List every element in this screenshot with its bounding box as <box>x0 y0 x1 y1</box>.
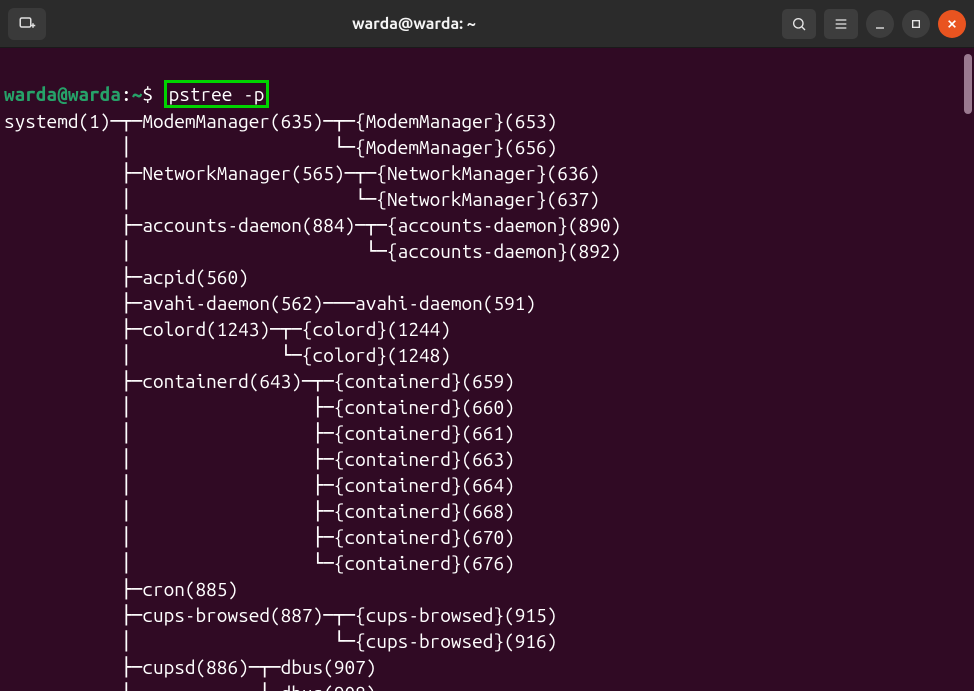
scrollbar-thumb[interactable] <box>964 54 972 114</box>
tree-line: │ └─{containerd}(676) <box>4 550 974 576</box>
tree-line: ├─acpid(560) <box>4 264 974 290</box>
tree-line: ├─cups-browsed(887)─┬─{cups-browsed}(915… <box>4 602 974 628</box>
prompt-colon: : <box>121 83 132 105</box>
tree-line: systemd(1)─┬─ModemManager(635)─┬─{ModemM… <box>4 108 974 134</box>
tree-line: ├─colord(1243)─┬─{colord}(1244) <box>4 316 974 342</box>
minimize-icon <box>872 16 888 32</box>
tree-line: ├─containerd(643)─┬─{containerd}(659) <box>4 368 974 394</box>
tree-line: │ └─{ModemManager}(656) <box>4 134 974 160</box>
window-title: warda@warda: ~ <box>54 15 774 33</box>
tree-line: │ └─{NetworkManager}(637) <box>4 186 974 212</box>
tree-line: │ └─{accounts-daemon}(892) <box>4 238 974 264</box>
maximize-icon <box>908 16 924 32</box>
tree-line: ├─cron(885) <box>4 576 974 602</box>
tree-line: │ ├─{containerd}(664) <box>4 472 974 498</box>
prompt-path: ~ <box>132 83 143 105</box>
maximize-button[interactable] <box>902 10 930 38</box>
menu-button[interactable] <box>824 9 858 39</box>
tree-line: ├─avahi-daemon(562)───avahi-daemon(591) <box>4 290 974 316</box>
tree-line: ├─accounts-daemon(884)─┬─{accounts-daemo… <box>4 212 974 238</box>
tree-line: ├─NetworkManager(565)─┬─{NetworkManager}… <box>4 160 974 186</box>
tree-line: │ ├─{containerd}(661) <box>4 420 974 446</box>
tree-line: │ ├─{containerd}(663) <box>4 446 974 472</box>
prompt-user-host: warda@warda <box>4 83 121 105</box>
search-icon <box>791 16 807 32</box>
command-highlighted: pstree -p <box>164 80 270 108</box>
terminal-output[interactable]: warda@warda:~$ pstree -p systemd(1)─┬─Mo… <box>0 48 974 691</box>
tree-line: │ ├─{containerd}(670) <box>4 524 974 550</box>
tree-line: │ └─{colord}(1248) <box>4 342 974 368</box>
new-tab-button[interactable] <box>8 8 46 40</box>
tree-line: │ ├─dbus(908) <box>4 680 974 691</box>
tree-line: │ ├─{containerd}(660) <box>4 394 974 420</box>
minimize-button[interactable] <box>866 10 894 38</box>
terminal-plus-icon <box>18 15 36 33</box>
tree-line: │ └─{cups-browsed}(916) <box>4 628 974 654</box>
pstree-output: systemd(1)─┬─ModemManager(635)─┬─{ModemM… <box>4 108 974 691</box>
prompt-symbol: $ <box>142 83 163 105</box>
close-button[interactable] <box>938 10 966 38</box>
tree-line: ├─cupsd(886)─┬─dbus(907) <box>4 654 974 680</box>
close-icon <box>944 16 960 32</box>
titlebar: warda@warda: ~ <box>0 0 974 48</box>
search-button[interactable] <box>782 9 816 39</box>
hamburger-icon <box>833 16 849 32</box>
tree-line: │ ├─{containerd}(668) <box>4 498 974 524</box>
